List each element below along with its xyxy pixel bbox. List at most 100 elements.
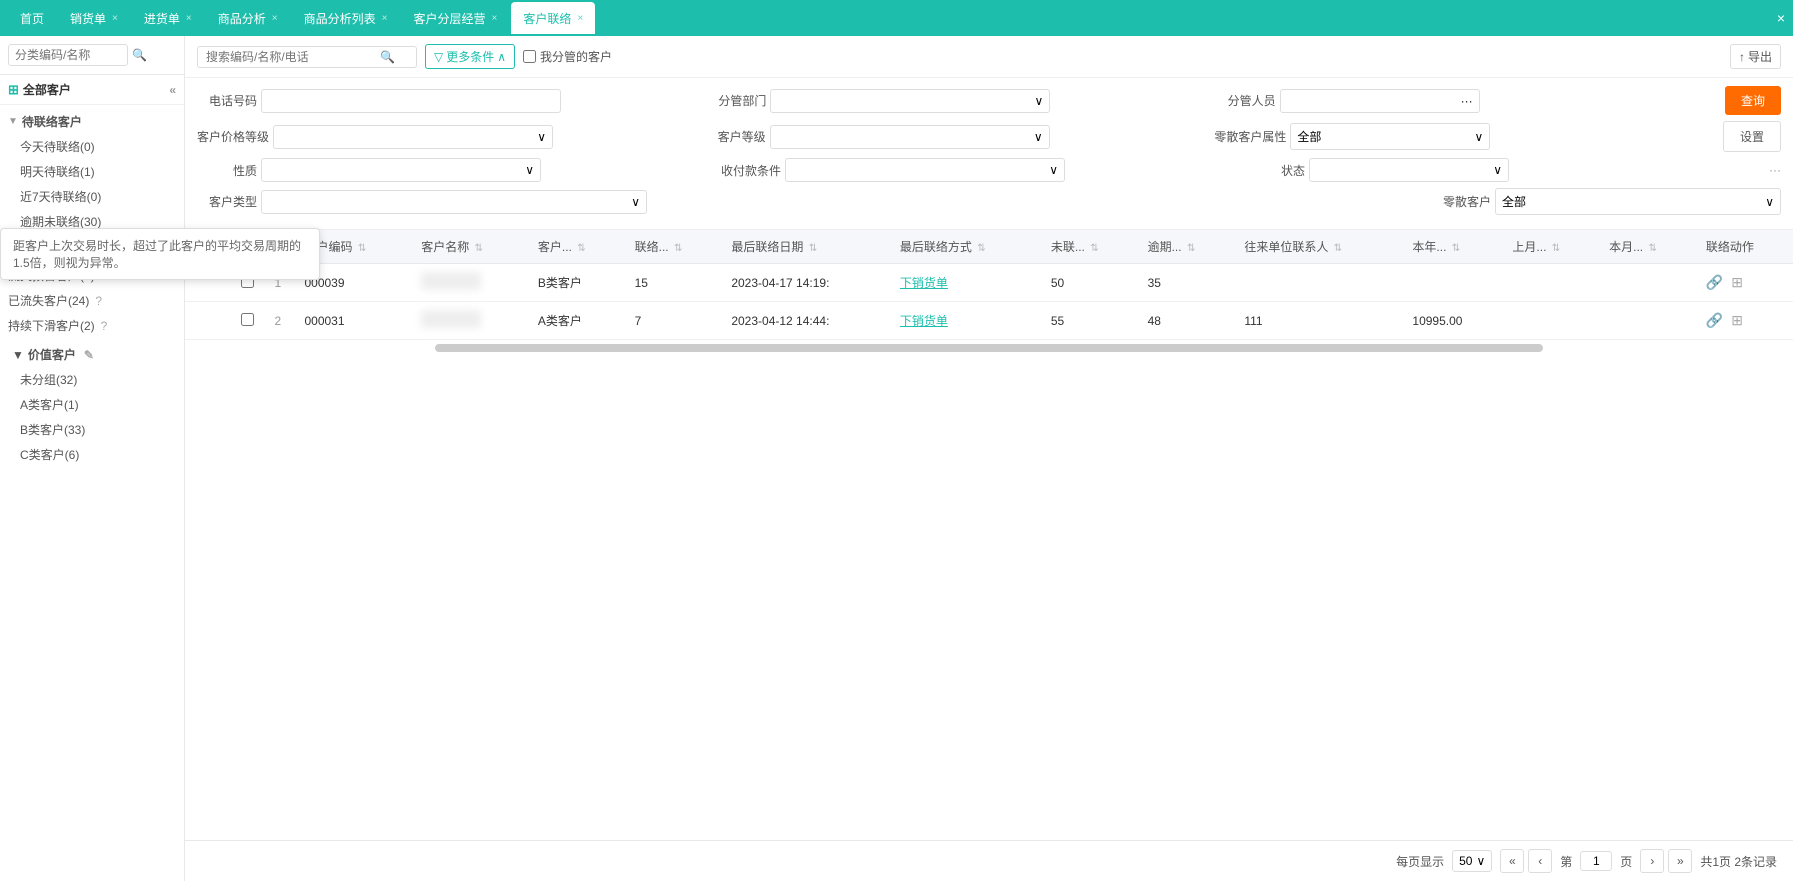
row-last-method-0[interactable]: 下销货单 bbox=[890, 264, 1041, 302]
export-btn[interactable]: ↑ 导出 bbox=[1730, 44, 1781, 69]
tab-sales[interactable]: 销货单 × bbox=[58, 2, 130, 34]
customer-type-chevron-icon: ∨ bbox=[631, 195, 640, 209]
row-action-detail-1[interactable]: ⊞ bbox=[1731, 312, 1743, 329]
row-checkbox-1[interactable] bbox=[231, 302, 264, 340]
row-last-date-0: 2023-04-17 14:19: bbox=[721, 264, 890, 302]
row-last-month-0 bbox=[1502, 264, 1599, 302]
sidebar-already-lost[interactable]: 已流失客户(24) ? bbox=[0, 288, 184, 313]
this-year-column-header[interactable]: 本年... ⇅ bbox=[1402, 230, 1502, 264]
this-month-column-header[interactable]: 本月... ⇅ bbox=[1599, 230, 1696, 264]
query-btn[interactable]: 查询 bbox=[1725, 86, 1781, 115]
valuable-customers-title[interactable]: ▼ 价值客户 ✎ bbox=[0, 342, 184, 367]
sidebar-search-input[interactable] bbox=[8, 44, 128, 66]
sidebar-today-pending[interactable]: 今天待联络(0) bbox=[0, 134, 184, 159]
customers-table: ⚙ 客户编码 ⇅ 客户名称 ⇅ bbox=[185, 230, 1793, 340]
row-last-method-1[interactable]: 下销货单 bbox=[890, 302, 1041, 340]
retail-customer-select[interactable]: 全部 ∨ bbox=[1495, 188, 1781, 215]
row-type-0: B类客户 bbox=[528, 264, 625, 302]
sidebar-a-class[interactable]: A类客户(1) bbox=[0, 392, 184, 417]
setting-btn[interactable]: 设置 bbox=[1723, 121, 1781, 152]
my-customers-checkbox-label[interactable]: 我分管的客户 bbox=[523, 48, 612, 65]
sidebar-7day-pending[interactable]: 近7天待联络(0) bbox=[0, 184, 184, 209]
not-contact-sort-icon: ⇅ bbox=[1090, 243, 1098, 254]
page-size-chevron-icon: ∨ bbox=[1476, 854, 1485, 868]
close-sales-tab[interactable]: × bbox=[112, 13, 118, 24]
close-customer-contact-tab[interactable]: × bbox=[577, 13, 583, 24]
page-size-select[interactable]: 50 ∨ bbox=[1452, 850, 1492, 872]
my-customers-checkbox[interactable] bbox=[523, 50, 536, 63]
name-column-header[interactable]: 客户名称 ⇅ bbox=[411, 230, 528, 264]
more-filter-btn[interactable]: ▽ 更多条件 ∧ bbox=[425, 44, 515, 69]
first-page-btn[interactable]: « bbox=[1500, 849, 1524, 873]
price-level-chevron-icon: ∨ bbox=[537, 130, 546, 144]
row-action-link-0[interactable]: 🔗 bbox=[1706, 274, 1723, 291]
phone-input[interactable] bbox=[261, 89, 561, 113]
status-select[interactable]: ∨ bbox=[1309, 158, 1509, 182]
overdue-column-header[interactable]: 逾期... ⇅ bbox=[1138, 230, 1235, 264]
row-unit-contacts-0 bbox=[1234, 264, 1402, 302]
customer-type-select[interactable]: ∨ bbox=[261, 190, 647, 214]
filter-row-4: 客户类型 ∨ 零散客户 全部 ∨ bbox=[197, 188, 1781, 215]
tab-product-analysis-list[interactable]: 商品分析列表 × bbox=[292, 2, 400, 34]
pending-contact-group: ▼ 待联络客户 今天待联络(0) 明天待联络(1) 近7天待联络(0) 逾期未联… bbox=[0, 105, 184, 238]
sidebar-search-icon[interactable]: 🔍 bbox=[132, 48, 147, 62]
dept-chevron-icon: ∨ bbox=[1035, 94, 1044, 108]
repurchase-tooltip: 距客户上次交易时长，超过了此客户的平均交易周期的1.5倍，则视为异常。 bbox=[0, 228, 185, 280]
sidebar-not-grouped[interactable]: 未分组(32) bbox=[0, 367, 184, 392]
retail-attr-select[interactable]: 全部 ∨ bbox=[1290, 123, 1490, 150]
sidebar-c-class[interactable]: C类客户(6) bbox=[0, 442, 184, 467]
row-action-0: 🔗 ⊞ bbox=[1696, 264, 1793, 302]
pending-contact-title[interactable]: ▼ 待联络客户 bbox=[0, 109, 184, 134]
gender-select[interactable]: ∨ bbox=[261, 158, 541, 182]
row-action-1: 🔗 ⊞ bbox=[1696, 302, 1793, 340]
tab-customer-layer[interactable]: 客户分层经营 × bbox=[401, 2, 509, 34]
last-method-column-header[interactable]: 最后联络方式 ⇅ bbox=[890, 230, 1041, 264]
contact-column-header[interactable]: 联络... ⇅ bbox=[625, 230, 722, 264]
price-level-select[interactable]: ∨ bbox=[273, 125, 553, 149]
close-purchase-tab[interactable]: × bbox=[186, 13, 192, 24]
valuable-triangle-icon: ▼ bbox=[12, 348, 24, 362]
filter-more-icon[interactable]: ··· bbox=[1769, 163, 1781, 177]
row-action-detail-0[interactable]: ⊞ bbox=[1731, 274, 1743, 291]
last-date-sort-icon: ⇅ bbox=[809, 243, 817, 254]
valuable-edit-icon[interactable]: ✎ bbox=[84, 348, 94, 362]
last-date-column-header[interactable]: 最后联络日期 ⇅ bbox=[721, 230, 890, 264]
close-product-list-tab[interactable]: × bbox=[382, 13, 388, 24]
tab-purchase[interactable]: 进货单 × bbox=[132, 2, 204, 34]
close-customer-layer-tab[interactable]: × bbox=[491, 13, 497, 24]
last-month-column-header[interactable]: 上月... ⇅ bbox=[1502, 230, 1599, 264]
row-action-link-1[interactable]: 🔗 bbox=[1706, 312, 1723, 329]
collapse-sidebar-btn[interactable]: « bbox=[169, 83, 176, 97]
page-total-label: 页 bbox=[1616, 853, 1636, 870]
close-all-tabs[interactable]: × bbox=[1777, 10, 1785, 26]
tab-customer-contact[interactable]: 客户联络 × bbox=[511, 2, 595, 34]
sidebar-tomorrow-pending[interactable]: 明天待联络(1) bbox=[0, 159, 184, 184]
last-page-btn[interactable]: » bbox=[1668, 849, 1692, 873]
payment-select[interactable]: ∨ bbox=[785, 158, 1065, 182]
not-contact-column-header[interactable]: 未联... ⇅ bbox=[1041, 230, 1138, 264]
tab-home[interactable]: 首页 bbox=[8, 2, 56, 34]
manager-select[interactable]: ··· bbox=[1280, 89, 1480, 113]
price-level-filter-item: 客户价格等级 ∨ bbox=[197, 125, 698, 149]
page-number-input[interactable] bbox=[1580, 851, 1612, 871]
customer-level-select[interactable]: ∨ bbox=[770, 125, 1050, 149]
name-sort-icon: ⇅ bbox=[475, 243, 483, 254]
close-product-tab[interactable]: × bbox=[272, 13, 278, 24]
top-nav: 首页 销货单 × 进货单 × 商品分析 × 商品分析列表 × 客户分层经营 × … bbox=[0, 0, 1793, 36]
manager-more-icon: ··· bbox=[1461, 94, 1473, 108]
customer-search-input[interactable] bbox=[206, 50, 376, 64]
tab-product-analysis[interactable]: 商品分析 × bbox=[206, 2, 290, 34]
table-horizontal-scrollbar[interactable] bbox=[435, 344, 1544, 352]
row-not-contact-0: 50 bbox=[1041, 264, 1138, 302]
all-customers-title[interactable]: ⊞ 全部客户 « bbox=[0, 75, 184, 105]
status-filter-item: 状态 ∨ bbox=[1245, 158, 1761, 182]
sidebar-b-class[interactable]: B类客户(33) bbox=[0, 417, 184, 442]
unit-contacts-column-header[interactable]: 往来单位联系人 ⇅ bbox=[1234, 230, 1402, 264]
search-icon[interactable]: 🔍 bbox=[380, 50, 395, 64]
dept-select[interactable]: ∨ bbox=[770, 89, 1050, 113]
sidebar-continuous-decline[interactable]: 持续下滑客户(2) ? bbox=[0, 313, 184, 338]
prev-page-btn[interactable]: ‹ bbox=[1528, 849, 1552, 873]
next-page-btn[interactable]: › bbox=[1640, 849, 1664, 873]
type-column-header[interactable]: 客户... ⇅ bbox=[528, 230, 625, 264]
payment-chevron-icon: ∨ bbox=[1049, 163, 1058, 177]
